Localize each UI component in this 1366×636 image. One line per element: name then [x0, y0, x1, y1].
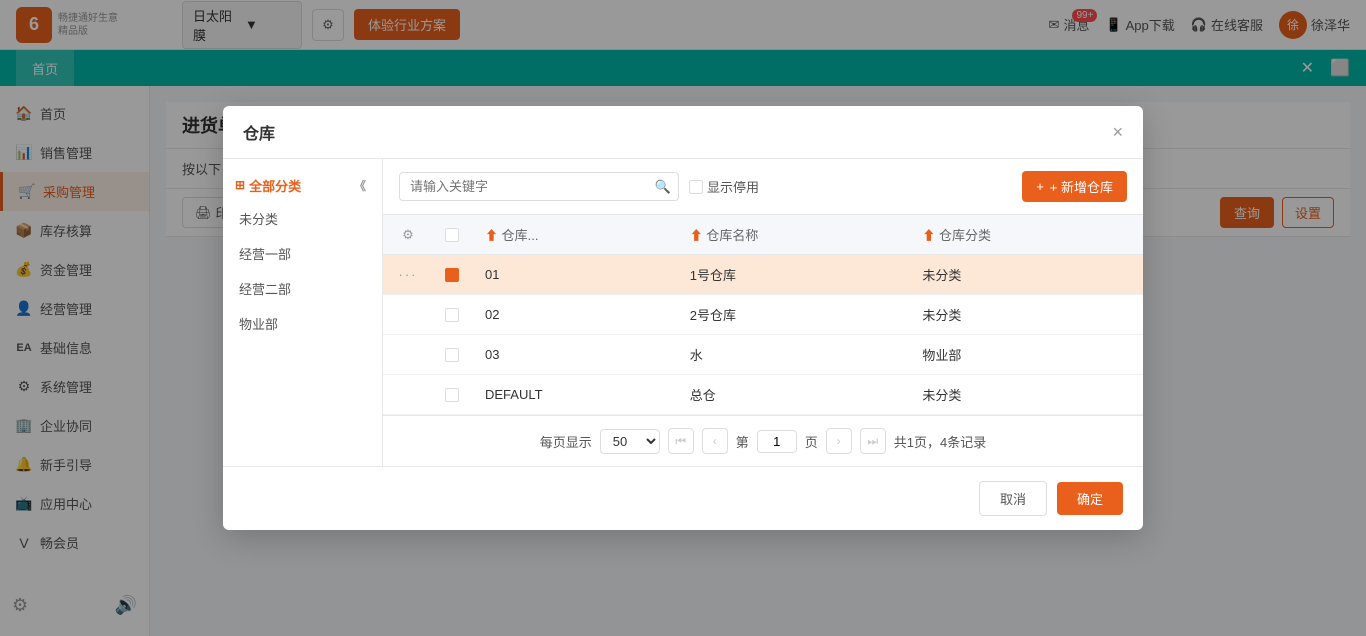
show-disabled-checkbox[interactable]: 显示停用: [689, 177, 759, 196]
row-gear-cell: [383, 335, 433, 375]
sort-icon: ⬆: [485, 228, 498, 243]
col-header-category: ⬆ 仓库分类: [910, 215, 1143, 255]
more-icon[interactable]: ···: [399, 267, 418, 282]
table-row[interactable]: 02 2号仓库 未分类: [383, 295, 1143, 335]
plus-icon: +: [1036, 179, 1044, 194]
select-all-checkbox[interactable]: [445, 228, 459, 242]
new-warehouse-button[interactable]: + + 新增仓库: [1022, 171, 1127, 202]
row-category: 未分类: [910, 255, 1143, 295]
row-checkbox-cell[interactable]: [433, 375, 473, 415]
warehouse-table: ⚙ ⬆ 仓库...: [383, 215, 1143, 415]
row-code: 02: [473, 295, 678, 335]
row-category: 未分类: [910, 295, 1143, 335]
page-prev-button[interactable]: ‹: [702, 428, 728, 454]
category-panel: ⊞ 全部分类 《 未分类 经营一部 经营二部 物业部: [223, 159, 383, 466]
category-item-dept2[interactable]: 经营二部: [223, 271, 382, 306]
table-row[interactable]: ··· 01 1号仓库 未分类: [383, 255, 1143, 295]
row-checkbox[interactable]: [445, 268, 459, 282]
modal-title: 仓库: [243, 120, 275, 144]
search-wrap: 🔍: [399, 172, 679, 201]
row-gear-cell: [383, 295, 433, 335]
col-header-gear: ⚙: [383, 215, 433, 255]
disabled-checkbox-input[interactable]: [689, 180, 703, 194]
row-checkbox-cell[interactable]: [433, 335, 473, 375]
table-row[interactable]: DEFAULT 总仓 未分类: [383, 375, 1143, 415]
pagination-bar: 每页显示 50 100 200 ⏮ ‹ 第 页 ›: [383, 415, 1143, 466]
page-next-button[interactable]: ›: [826, 428, 852, 454]
row-category: 物业部: [910, 335, 1143, 375]
main-layout: 🏠 首页 📊 销售管理 🛒 采购管理 📦 库存核算 💰 资金管理 👤 经营管理 …: [0, 86, 1366, 636]
search-input[interactable]: [399, 172, 679, 201]
table-panel: 🔍 显示停用 + + 新增仓库: [383, 159, 1143, 466]
col-header-code: ⬆ 仓库...: [473, 215, 678, 255]
table-row[interactable]: 03 水 物业部: [383, 335, 1143, 375]
warehouse-modal: 仓库 × ⊞ 全部分类 《 未分类: [223, 106, 1143, 530]
grid-icon: ⊞: [235, 178, 245, 192]
content-area: 进货单 按以下 🖨 印 ↓ 导出 ↻ 刷新 查询 设置: [150, 86, 1366, 636]
table-header: ⚙ ⬆ 仓库...: [383, 215, 1143, 255]
row-code: DEFAULT: [473, 375, 678, 415]
modal-header: 仓库 ×: [223, 106, 1143, 159]
row-name: 水: [678, 335, 911, 375]
row-name: 总仓: [678, 375, 911, 415]
page-number-input[interactable]: [757, 430, 797, 453]
collapse-icon[interactable]: 《: [350, 175, 370, 195]
category-item-dept1[interactable]: 经营一部: [223, 236, 382, 271]
row-code: 03: [473, 335, 678, 375]
row-category: 未分类: [910, 375, 1143, 415]
row-checkbox[interactable]: [445, 348, 459, 362]
row-gear-cell: [383, 375, 433, 415]
modal-close-icon[interactable]: ×: [1112, 122, 1123, 143]
data-table: ⚙ ⬆ 仓库...: [383, 215, 1143, 415]
category-item-unclassified[interactable]: 未分类: [223, 201, 382, 236]
sort-icon-cat: ⬆: [922, 228, 935, 243]
col-header-checkbox[interactable]: [433, 215, 473, 255]
category-item-property[interactable]: 物业部: [223, 306, 382, 341]
row-gear-cell: ···: [383, 255, 433, 295]
col-header-name: ⬆ 仓库名称: [678, 215, 911, 255]
modal-overlay: 仓库 × ⊞ 全部分类 《 未分类: [0, 0, 1366, 636]
row-checkbox-cell[interactable]: [433, 295, 473, 335]
page-last-button[interactable]: ⏭: [860, 428, 886, 454]
page-first-button[interactable]: ⏮: [668, 428, 694, 454]
modal-footer: 取消 确定: [223, 466, 1143, 530]
table-body: ··· 01 1号仓库 未分类 02 2号仓库 未分类: [383, 255, 1143, 415]
row-checkbox-cell[interactable]: [433, 255, 473, 295]
page-size-select[interactable]: 50 100 200: [600, 429, 660, 454]
search-icon[interactable]: 🔍: [655, 179, 671, 195]
table-toolbar: 🔍 显示停用 + + 新增仓库: [383, 159, 1143, 215]
modal-body: ⊞ 全部分类 《 未分类 经营一部 经营二部 物业部: [223, 159, 1143, 466]
cancel-button[interactable]: 取消: [979, 481, 1047, 516]
row-checkbox[interactable]: [445, 308, 459, 322]
row-name: 2号仓库: [678, 295, 911, 335]
gear-header-icon: ⚙: [402, 227, 414, 242]
sort-icon-name: ⬆: [690, 228, 703, 243]
confirm-button[interactable]: 确定: [1057, 482, 1123, 515]
category-header[interactable]: ⊞ 全部分类 《: [223, 169, 382, 201]
row-name: 1号仓库: [678, 255, 911, 295]
row-code: 01: [473, 255, 678, 295]
row-checkbox[interactable]: [445, 388, 459, 402]
